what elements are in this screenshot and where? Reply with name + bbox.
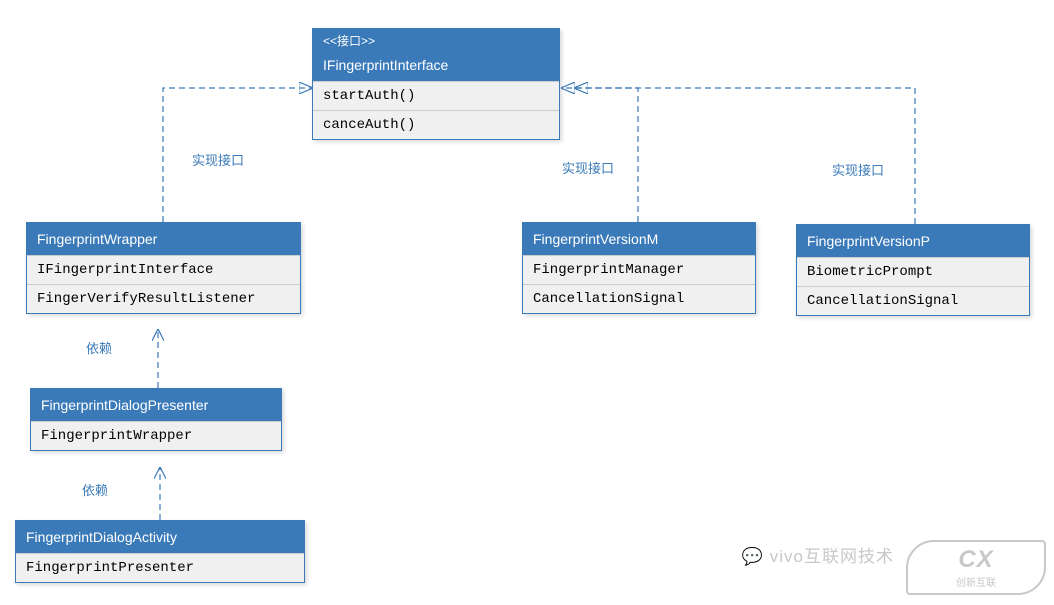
wrapper-name: FingerprintWrapper xyxy=(27,223,300,255)
versionm-field1: FingerprintManager xyxy=(523,255,755,284)
presenter-name: FingerprintDialogPresenter xyxy=(31,389,281,421)
versionm-field2: CancellationSignal xyxy=(523,284,755,313)
versionp-field1: BiometricPrompt xyxy=(797,257,1029,286)
presenter-field1: FingerprintWrapper xyxy=(31,421,281,450)
watermark-text: 💬 vivo互联网技术 xyxy=(742,542,894,567)
interface-method2: canceAuth() xyxy=(313,110,559,139)
versionp-field2: CancellationSignal xyxy=(797,286,1029,315)
watermark-logo-small: 创新互联 xyxy=(956,574,996,589)
wrapper-box: FingerprintWrapper IFingerprintInterface… xyxy=(26,222,301,314)
watermark-logo-big: CX xyxy=(958,546,993,574)
depend-label-2: 依赖 xyxy=(82,480,108,499)
interface-name: IFingerprintInterface xyxy=(313,49,559,81)
watermark-caption: vivo互联网技术 xyxy=(770,547,894,566)
wrapper-field2: FingerVerifyResultListener xyxy=(27,284,300,313)
realize-label-2: 实现接口 xyxy=(562,158,614,177)
activity-field1: FingerprintPresenter xyxy=(16,553,304,582)
activity-box: FingerprintDialogActivity FingerprintPre… xyxy=(15,520,305,583)
wechat-icon: 💬 xyxy=(742,547,764,566)
wrapper-field1: IFingerprintInterface xyxy=(27,255,300,284)
interface-box: <<接口>> IFingerprintInterface startAuth()… xyxy=(312,28,560,140)
watermark-logo: CX 创新互联 xyxy=(906,540,1046,595)
realize-label-1: 实现接口 xyxy=(192,150,244,169)
realize-label-3: 实现接口 xyxy=(832,160,884,179)
activity-name: FingerprintDialogActivity xyxy=(16,521,304,553)
interface-stereotype: <<接口>> xyxy=(313,29,559,49)
versionm-name: FingerprintVersionM xyxy=(523,223,755,255)
interface-method1: startAuth() xyxy=(313,81,559,110)
versionp-box: FingerprintVersionP BiometricPrompt Canc… xyxy=(796,224,1030,316)
depend-label-1: 依赖 xyxy=(86,338,112,357)
versionm-box: FingerprintVersionM FingerprintManager C… xyxy=(522,222,756,314)
presenter-box: FingerprintDialogPresenter FingerprintWr… xyxy=(30,388,282,451)
versionp-name: FingerprintVersionP xyxy=(797,225,1029,257)
